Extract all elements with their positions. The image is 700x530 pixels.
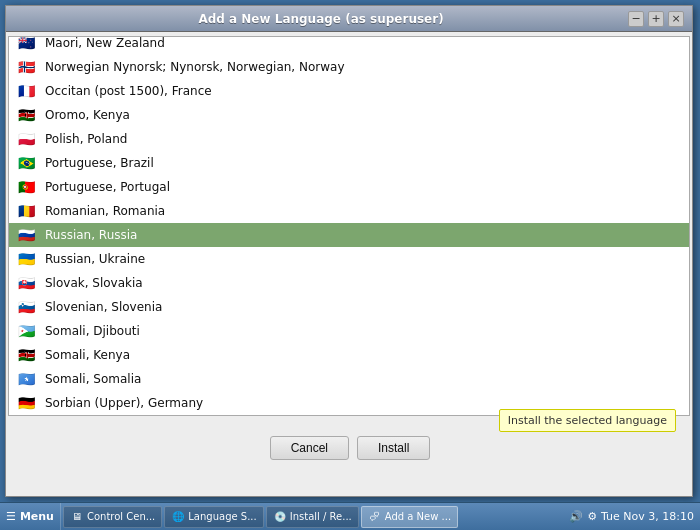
flag-icon: 🇩🇯 bbox=[15, 324, 37, 338]
flag-icon: 🇷🇺 bbox=[15, 228, 37, 242]
language-label: Russian, Russia bbox=[45, 228, 137, 242]
list-item[interactable]: 🇰🇪 Somali, Kenya bbox=[9, 343, 689, 367]
flag-icon: 🇰🇪 bbox=[15, 348, 37, 362]
bottom-area: Install the selected language Cancel Ins… bbox=[6, 409, 694, 468]
taskbar-item-icon: 💿 bbox=[273, 510, 287, 524]
language-label: Somali, Kenya bbox=[45, 348, 130, 362]
list-item[interactable]: 🇧🇷 Portuguese, Brazil bbox=[9, 151, 689, 175]
flag-icon: 🇫🇷 bbox=[15, 84, 37, 98]
minimize-button[interactable]: − bbox=[628, 11, 644, 27]
language-label: Portuguese, Portugal bbox=[45, 180, 170, 194]
list-item[interactable]: 🇵🇹 Portuguese, Portugal bbox=[9, 175, 689, 199]
taskbar-item-label: Install / Re... bbox=[290, 511, 352, 522]
list-item[interactable]: 🇰🇪 Oromo, Kenya bbox=[9, 103, 689, 127]
main-window: Add a New Language (as superuser) − + × … bbox=[5, 5, 693, 497]
titlebar: Add a New Language (as superuser) − + × bbox=[6, 6, 692, 32]
taskbar-item-icon: 🗪 bbox=[368, 510, 382, 524]
taskbar-item-icon: 🖥 bbox=[70, 510, 84, 524]
flag-icon: 🇳🇴 bbox=[15, 60, 37, 74]
window-controls: − + × bbox=[628, 11, 684, 27]
taskbar-item[interactable]: 🖥Control Cen... bbox=[63, 506, 162, 528]
cancel-button[interactable]: Cancel bbox=[270, 436, 349, 460]
list-item[interactable]: 🇩🇯 Somali, Djibouti bbox=[9, 319, 689, 343]
settings-icon[interactable]: ⚙ bbox=[587, 510, 597, 523]
language-label: Somali, Somalia bbox=[45, 372, 141, 386]
tooltip-area: Install the selected language bbox=[14, 409, 686, 432]
flag-icon: 🇵🇹 bbox=[15, 180, 37, 194]
list-item[interactable]: 🇸🇰 Slovak, Slovakia bbox=[9, 271, 689, 295]
clock: Tue Nov 3, 18:10 bbox=[601, 510, 694, 523]
flag-icon: 🇷🇴 bbox=[15, 204, 37, 218]
language-label: Portuguese, Brazil bbox=[45, 156, 154, 170]
flag-icon: 🇸🇰 bbox=[15, 276, 37, 290]
taskbar-item-icon: 🌐 bbox=[171, 510, 185, 524]
flag-icon: 🇸🇴 bbox=[15, 372, 37, 386]
flag-icon: 🇳🇿 bbox=[15, 36, 37, 50]
list-item[interactable]: 🇵🇱 Polish, Poland bbox=[9, 127, 689, 151]
language-label: Oromo, Kenya bbox=[45, 108, 130, 122]
flag-icon: 🇰🇪 bbox=[15, 108, 37, 122]
close-button[interactable]: × bbox=[668, 11, 684, 27]
language-label: Slovak, Slovakia bbox=[45, 276, 143, 290]
list-item[interactable]: 🇷🇴 Romanian, Romania bbox=[9, 199, 689, 223]
taskbar-item[interactable]: 🌐Language S... bbox=[164, 506, 263, 528]
language-label: Sorbian (Upper), Germany bbox=[45, 396, 203, 410]
list-item[interactable]: 🇳🇿 Maori, New Zealand bbox=[9, 36, 689, 55]
window-title: Add a New Language (as superuser) bbox=[14, 12, 628, 26]
install-button[interactable]: Install bbox=[357, 436, 430, 460]
taskbar-item[interactable]: 💿Install / Re... bbox=[266, 506, 359, 528]
language-label: Maori, New Zealand bbox=[45, 36, 165, 50]
list-item[interactable]: 🇸🇴 Somali, Somalia bbox=[9, 367, 689, 391]
list-item[interactable]: 🇺🇦 Russian, Ukraine bbox=[9, 247, 689, 271]
taskbar-items: 🖥Control Cen...🌐Language S...💿Install / … bbox=[61, 503, 563, 530]
button-row: Cancel Install bbox=[14, 436, 686, 460]
flag-icon: 🇧🇷 bbox=[15, 156, 37, 170]
flag-icon: 🇩🇪 bbox=[15, 396, 37, 410]
flag-icon: 🇵🇱 bbox=[15, 132, 37, 146]
volume-icon[interactable]: 🔊 bbox=[569, 510, 583, 523]
taskbar-item[interactable]: 🗪Add a New ... bbox=[361, 506, 458, 528]
language-label: Romanian, Romania bbox=[45, 204, 165, 218]
menu-icon: ☰ bbox=[6, 510, 16, 523]
list-item[interactable]: 🇳🇴 Norwegian Nynorsk; Nynorsk, Norwegian,… bbox=[9, 55, 689, 79]
taskbar-item-label: Add a New ... bbox=[385, 511, 451, 522]
list-item[interactable]: 🇫🇷 Occitan (post 1500), France bbox=[9, 79, 689, 103]
flag-icon: 🇸🇮 bbox=[15, 300, 37, 314]
taskbar: ☰ Menu 🖥Control Cen...🌐Language S...💿Ins… bbox=[0, 502, 700, 530]
flag-icon: 🇺🇦 bbox=[15, 252, 37, 266]
menu-label: Menu bbox=[20, 510, 54, 523]
taskbar-menu[interactable]: ☰ Menu bbox=[0, 503, 61, 530]
language-list[interactable]: 🇲🇹Maltese, Malta🇬🇧Manx, United Kingdom🇳🇿… bbox=[8, 36, 690, 416]
language-label: Occitan (post 1500), France bbox=[45, 84, 212, 98]
language-label: Norwegian Nynorsk; Nynorsk, Norwegian, N… bbox=[45, 60, 345, 74]
install-tooltip: Install the selected language bbox=[499, 409, 676, 432]
language-label: Russian, Ukraine bbox=[45, 252, 145, 266]
language-label: Slovenian, Slovenia bbox=[45, 300, 162, 314]
maximize-button[interactable]: + bbox=[648, 11, 664, 27]
list-item[interactable]: 🇷🇺 Russian, Russia bbox=[9, 223, 689, 247]
taskbar-right: 🔊 ⚙ Tue Nov 3, 18:10 bbox=[563, 503, 700, 530]
list-item[interactable]: 🇸🇮 Slovenian, Slovenia bbox=[9, 295, 689, 319]
language-label: Somali, Djibouti bbox=[45, 324, 140, 338]
taskbar-item-label: Language S... bbox=[188, 511, 256, 522]
language-label: Polish, Poland bbox=[45, 132, 127, 146]
taskbar-item-label: Control Cen... bbox=[87, 511, 155, 522]
